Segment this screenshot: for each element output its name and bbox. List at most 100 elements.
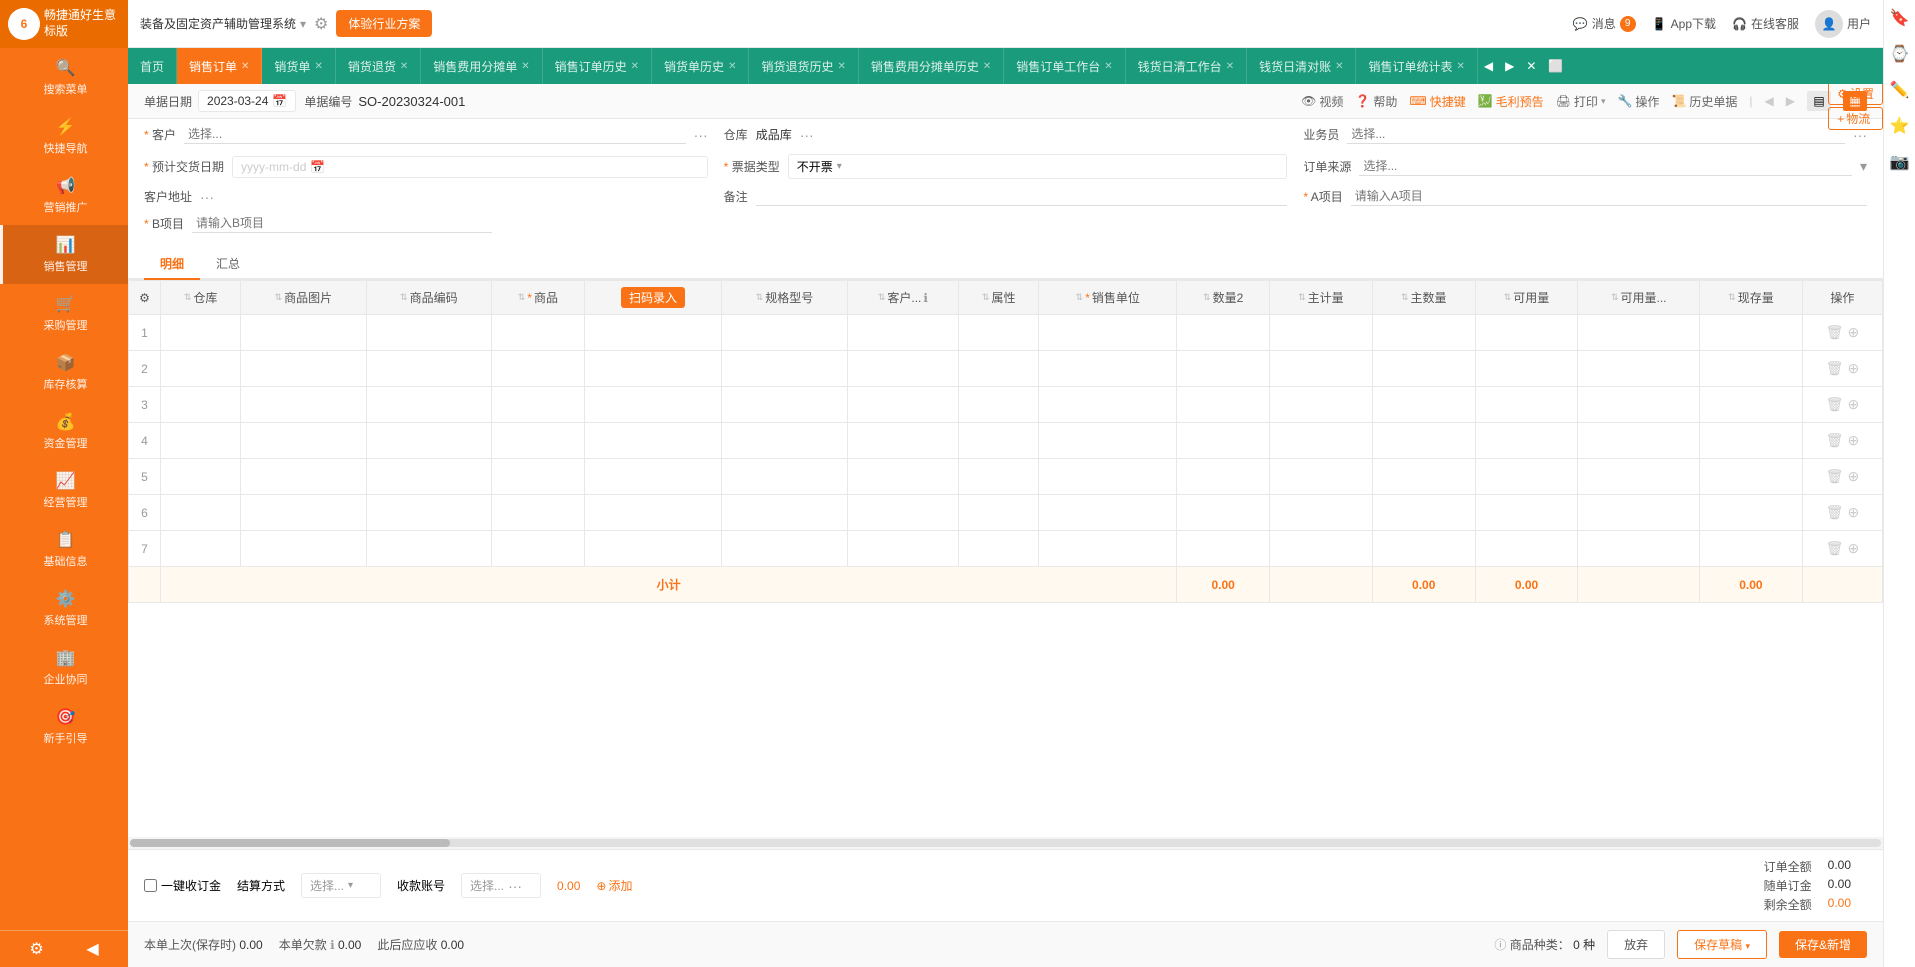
scan-button[interactable]: 扫码录入 xyxy=(621,287,685,308)
sort-icon[interactable]: ⇅ xyxy=(518,292,526,303)
cell-main-qty[interactable] xyxy=(1372,423,1475,459)
tab-refund-history[interactable]: 销货退货历史 ✕ xyxy=(749,48,858,84)
sort-icon[interactable]: ⇅ xyxy=(275,292,283,303)
online-service-item[interactable]: 🎧 在线客服 xyxy=(1732,15,1799,32)
sidebar-item-inventory[interactable]: 📦 库存核算 xyxy=(0,343,128,402)
cell-product[interactable] xyxy=(492,495,585,531)
tab-nav-next[interactable]: ▶ xyxy=(1499,48,1520,84)
tab-workbench[interactable]: 销售订单工作台 ✕ xyxy=(1004,48,1125,84)
cell-warehouse[interactable] xyxy=(161,531,241,567)
cell-qty2[interactable] xyxy=(1177,459,1270,495)
sidebar-item-finance[interactable]: 💰 资金管理 xyxy=(0,402,128,461)
cell-sales-unit[interactable] xyxy=(1039,531,1177,567)
tab-nav-close[interactable]: ✕ xyxy=(1520,48,1542,84)
cell-product[interactable] xyxy=(492,387,585,423)
tab-close-icon[interactable]: ✕ xyxy=(1335,61,1343,72)
message-item[interactable]: 💬 消息 9 xyxy=(1573,15,1636,32)
cell-attributes[interactable] xyxy=(959,315,1039,351)
cell-product-code[interactable] xyxy=(366,495,491,531)
cell-sales-unit[interactable] xyxy=(1039,315,1177,351)
sort-icon[interactable]: ⇅ xyxy=(1401,292,1409,303)
sidebar-settings-icon[interactable]: ⚙ xyxy=(29,939,43,959)
cell-attributes[interactable] xyxy=(959,423,1039,459)
tab-close-icon[interactable]: ✕ xyxy=(983,61,991,72)
tab-stats[interactable]: 销售订单统计表 ✕ xyxy=(1356,48,1477,84)
cell-customer-code[interactable] xyxy=(847,495,958,531)
customer-input[interactable] xyxy=(184,125,686,144)
tab-sales-return[interactable]: 销货单 ✕ xyxy=(262,48,335,84)
sort-icon[interactable]: ⇅ xyxy=(1298,292,1306,303)
cell-attributes[interactable] xyxy=(959,351,1039,387)
sidebar-item-purchase[interactable]: 🛒 采购管理 xyxy=(0,284,128,343)
cell-main-qty[interactable] xyxy=(1372,531,1475,567)
sidebar-item-system[interactable]: ⚙️ 系统管理 xyxy=(0,579,128,638)
order-source-input[interactable] xyxy=(1359,157,1852,176)
add-logistics-button[interactable]: + 物流 xyxy=(1828,107,1883,130)
cell-sales-unit[interactable] xyxy=(1039,495,1177,531)
copy-icon[interactable]: ⊕ xyxy=(1847,432,1859,449)
tab-close-icon[interactable]: ✕ xyxy=(728,61,736,72)
tab-nav-prev[interactable]: ◀ xyxy=(1478,48,1499,84)
sort-icon[interactable]: ⇅ xyxy=(756,292,764,303)
history-link[interactable]: 📜 历史单据 xyxy=(1671,93,1737,110)
cell-product-code[interactable] xyxy=(366,315,491,351)
cell-product[interactable] xyxy=(492,351,585,387)
cell-product-code[interactable] xyxy=(366,459,491,495)
cell-spec[interactable] xyxy=(722,423,847,459)
tab-nav-maximize[interactable]: ⬜ xyxy=(1542,48,1569,84)
system-dropdown-icon[interactable]: ▾ xyxy=(300,17,306,31)
sidebar-item-enterprise[interactable]: 🏢 企业协同 xyxy=(0,638,128,697)
sidebar-item-quick-nav[interactable]: ⚡ 快捷导航 xyxy=(0,107,128,166)
tab-close-icon[interactable]: ✕ xyxy=(1226,61,1234,72)
b-project-input[interactable] xyxy=(192,214,492,233)
cell-attributes[interactable] xyxy=(959,495,1039,531)
right-panel-camera-icon[interactable]: 📷 xyxy=(1890,152,1910,172)
payment-method-select[interactable]: 选择... ▾ xyxy=(301,873,381,898)
delete-icon[interactable]: 🗑 xyxy=(1826,324,1844,341)
tab-close-icon[interactable]: ✕ xyxy=(631,61,639,72)
tab-cash-daily[interactable]: 钱货日清工作台 ✕ xyxy=(1126,48,1247,84)
delete-icon[interactable]: 🗑 xyxy=(1826,468,1844,485)
sidebar-item-guide[interactable]: 🎯 新手引导 xyxy=(0,697,128,756)
cell-qty2[interactable] xyxy=(1177,423,1270,459)
invoice-type-select[interactable]: 不开票 ▾ xyxy=(788,154,1288,179)
save-button[interactable]: 保存&新增 xyxy=(1779,931,1867,958)
tab-close-icon[interactable]: ✕ xyxy=(241,61,249,72)
a-project-input[interactable] xyxy=(1351,187,1867,206)
tab-sales-order[interactable]: 销售订单 ✕ xyxy=(177,48,262,84)
sidebar-item-basic-info[interactable]: 📋 基础信息 xyxy=(0,520,128,579)
right-panel-star-icon[interactable]: ⭐ xyxy=(1890,116,1910,136)
tab-detail[interactable]: 明细 xyxy=(144,249,200,280)
right-panel-watch-icon[interactable]: ⌚ xyxy=(1890,44,1910,64)
cell-product[interactable] xyxy=(492,315,585,351)
cell-attributes[interactable] xyxy=(959,387,1039,423)
draft-button[interactable]: 保存草稿 ▾ xyxy=(1677,930,1767,959)
copy-icon[interactable]: ⊕ xyxy=(1847,396,1859,413)
one-click-checkout-checkbox[interactable] xyxy=(144,879,157,892)
cell-main-qty[interactable] xyxy=(1372,387,1475,423)
tab-sales-refund[interactable]: 销货退货 ✕ xyxy=(336,48,421,84)
remark-input[interactable] xyxy=(756,187,1288,206)
sidebar-item-marketing[interactable]: 📢 营销推广 xyxy=(0,166,128,225)
sort-icon[interactable]: ⇅ xyxy=(1203,292,1211,303)
delete-icon[interactable]: 🗑 xyxy=(1826,432,1844,449)
sidebar-item-operations[interactable]: 📈 经营管理 xyxy=(0,461,128,520)
order-source-dropdown-icon[interactable]: ▾ xyxy=(1860,158,1867,175)
copy-icon[interactable]: ⊕ xyxy=(1847,324,1859,341)
tab-close-icon[interactable]: ✕ xyxy=(837,61,845,72)
cell-customer-code[interactable] xyxy=(847,423,958,459)
right-panel-edit-icon[interactable]: ✏️ xyxy=(1890,80,1910,100)
cell-attributes[interactable] xyxy=(959,531,1039,567)
cell-warehouse[interactable] xyxy=(161,315,241,351)
cell-main-qty[interactable] xyxy=(1372,459,1475,495)
tab-home[interactable]: 首页 xyxy=(128,48,177,84)
copy-icon[interactable]: ⊕ xyxy=(1847,360,1859,377)
cell-product-code[interactable] xyxy=(366,531,491,567)
shortcuts-link[interactable]: ⌨ 快捷键 xyxy=(1409,93,1465,110)
tab-close-icon[interactable]: ✕ xyxy=(400,61,408,72)
print-dropdown-icon[interactable]: ▾ xyxy=(1601,96,1606,107)
receipt-account-select[interactable]: 选择... ··· xyxy=(461,873,541,898)
delete-icon[interactable]: 🗑 xyxy=(1826,396,1844,413)
add-button[interactable]: ⊕ 添加 xyxy=(596,877,632,894)
tab-close-icon[interactable]: ✕ xyxy=(314,61,322,72)
